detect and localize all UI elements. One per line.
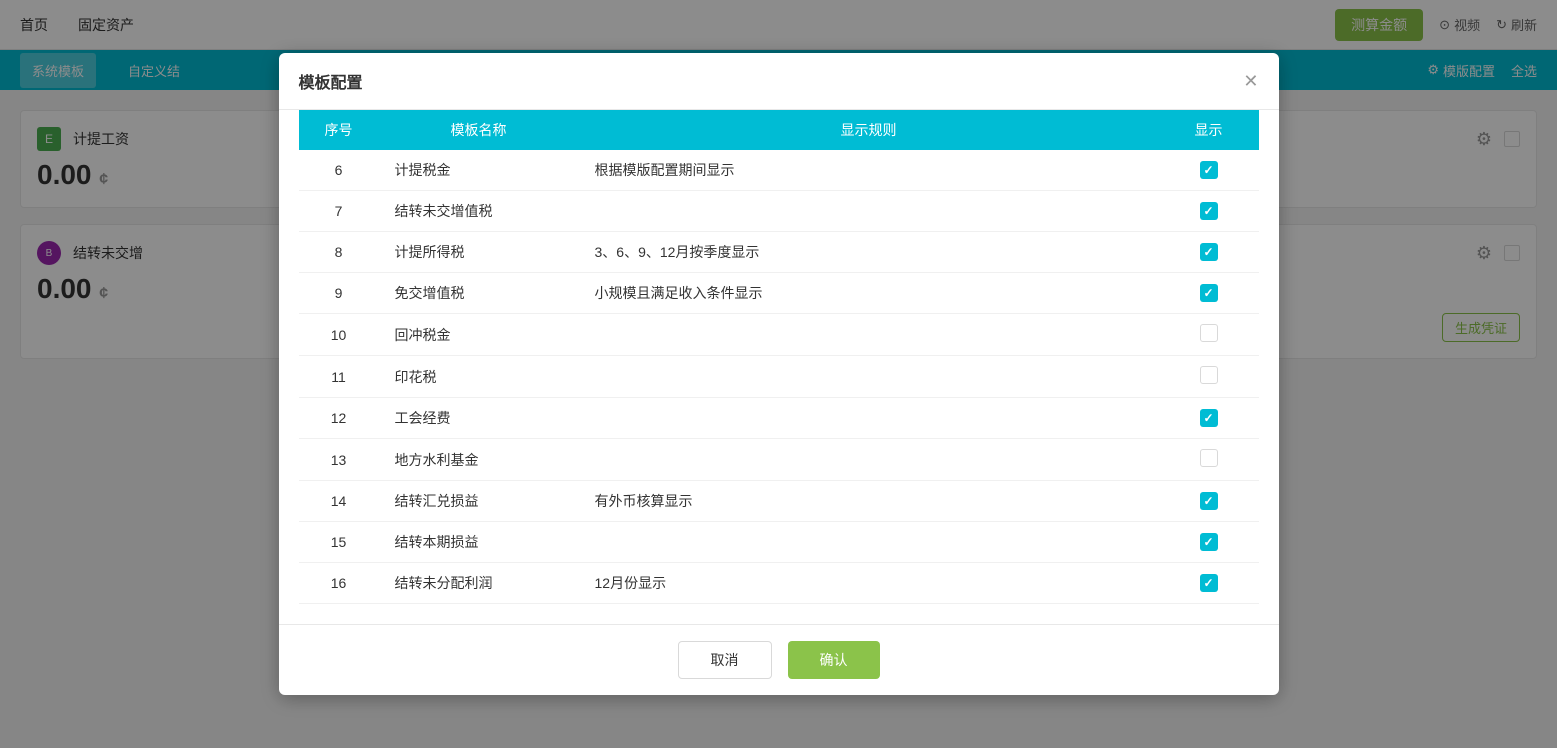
dialog-body: 序号 模板名称 显示规则 显示 6计提税金根据模版配置期间显示7结转未交增值税8… [279, 110, 1279, 624]
checkbox-15[interactable] [1200, 533, 1218, 551]
col-header-display: 显示 [1159, 110, 1259, 150]
cell-checkbox [1159, 232, 1259, 273]
cell-seq: 11 [299, 356, 379, 398]
cell-checkbox [1159, 150, 1259, 191]
cell-checkbox [1159, 356, 1259, 398]
checkbox-8[interactable] [1200, 243, 1218, 261]
config-table: 序号 模板名称 显示规则 显示 6计提税金根据模版配置期间显示7结转未交增值税8… [299, 110, 1259, 604]
cell-rule: 有外币核算显示 [579, 481, 1159, 522]
cell-checkbox [1159, 563, 1259, 604]
cell-rule [579, 191, 1159, 232]
cell-name: 结转未分配利润 [379, 563, 579, 604]
cell-checkbox [1159, 398, 1259, 439]
cell-seq: 6 [299, 150, 379, 191]
cell-seq: 12 [299, 398, 379, 439]
checkbox-10[interactable] [1200, 324, 1218, 342]
table-row: 13地方水利基金 [299, 439, 1259, 481]
cell-name: 免交增值税 [379, 273, 579, 314]
table-header-row: 序号 模板名称 显示规则 显示 [299, 110, 1259, 150]
cell-seq: 14 [299, 481, 379, 522]
template-config-dialog: 模板配置 ✕ 序号 模板名称 显示规则 显示 6计提税金根据模版配置期间显示7结… [279, 53, 1279, 695]
cell-rule: 12月份显示 [579, 563, 1159, 604]
cell-name: 计提所得税 [379, 232, 579, 273]
cell-checkbox [1159, 273, 1259, 314]
table-row: 9免交增值税小规模且满足收入条件显示 [299, 273, 1259, 314]
checkbox-13[interactable] [1200, 449, 1218, 467]
checkbox-14[interactable] [1200, 492, 1218, 510]
table-row: 14结转汇兑损益有外币核算显示 [299, 481, 1259, 522]
table-row: 10回冲税金 [299, 314, 1259, 356]
cell-rule [579, 439, 1159, 481]
cell-seq: 10 [299, 314, 379, 356]
modal-overlay: 模板配置 ✕ 序号 模板名称 显示规则 显示 6计提税金根据模版配置期间显示7结… [0, 0, 1557, 748]
cell-checkbox [1159, 314, 1259, 356]
cell-rule: 根据模版配置期间显示 [579, 150, 1159, 191]
col-header-name: 模板名称 [379, 110, 579, 150]
confirm-button[interactable]: 确认 [788, 641, 880, 679]
table-row: 15结转本期损益 [299, 522, 1259, 563]
cell-name: 地方水利基金 [379, 439, 579, 481]
table-row: 11印花税 [299, 356, 1259, 398]
checkbox-9[interactable] [1200, 284, 1218, 302]
cell-rule [579, 314, 1159, 356]
dialog-header: 模板配置 ✕ [279, 53, 1279, 110]
cell-rule [579, 356, 1159, 398]
cell-name: 结转未交增值税 [379, 191, 579, 232]
cell-rule [579, 398, 1159, 439]
checkbox-11[interactable] [1200, 366, 1218, 384]
close-icon[interactable]: ✕ [1243, 72, 1258, 90]
cell-checkbox [1159, 191, 1259, 232]
cell-rule [579, 522, 1159, 563]
cell-seq: 13 [299, 439, 379, 481]
cell-name: 回冲税金 [379, 314, 579, 356]
cancel-button[interactable]: 取消 [678, 641, 772, 679]
cell-seq: 9 [299, 273, 379, 314]
cell-seq: 8 [299, 232, 379, 273]
dialog-title: 模板配置 [299, 69, 363, 93]
cell-name: 结转本期损益 [379, 522, 579, 563]
table-row: 7结转未交增值税 [299, 191, 1259, 232]
col-header-seq: 序号 [299, 110, 379, 150]
cell-checkbox [1159, 522, 1259, 563]
checkbox-6[interactable] [1200, 161, 1218, 179]
cell-name: 印花税 [379, 356, 579, 398]
cell-name: 结转汇兑损益 [379, 481, 579, 522]
cell-rule: 小规模且满足收入条件显示 [579, 273, 1159, 314]
cell-seq: 16 [299, 563, 379, 604]
cell-name: 工会经费 [379, 398, 579, 439]
table-row: 6计提税金根据模版配置期间显示 [299, 150, 1259, 191]
table-row: 16结转未分配利润12月份显示 [299, 563, 1259, 604]
dialog-footer: 取消 确认 [279, 624, 1279, 695]
table-row: 12工会经费 [299, 398, 1259, 439]
cell-rule: 3、6、9、12月按季度显示 [579, 232, 1159, 273]
cell-checkbox [1159, 439, 1259, 481]
cell-seq: 15 [299, 522, 379, 563]
col-header-rule: 显示规则 [579, 110, 1159, 150]
cell-seq: 7 [299, 191, 379, 232]
table-row: 8计提所得税3、6、9、12月按季度显示 [299, 232, 1259, 273]
cell-checkbox [1159, 481, 1259, 522]
checkbox-12[interactable] [1200, 409, 1218, 427]
cell-name: 计提税金 [379, 150, 579, 191]
checkbox-7[interactable] [1200, 202, 1218, 220]
checkbox-16[interactable] [1200, 574, 1218, 592]
